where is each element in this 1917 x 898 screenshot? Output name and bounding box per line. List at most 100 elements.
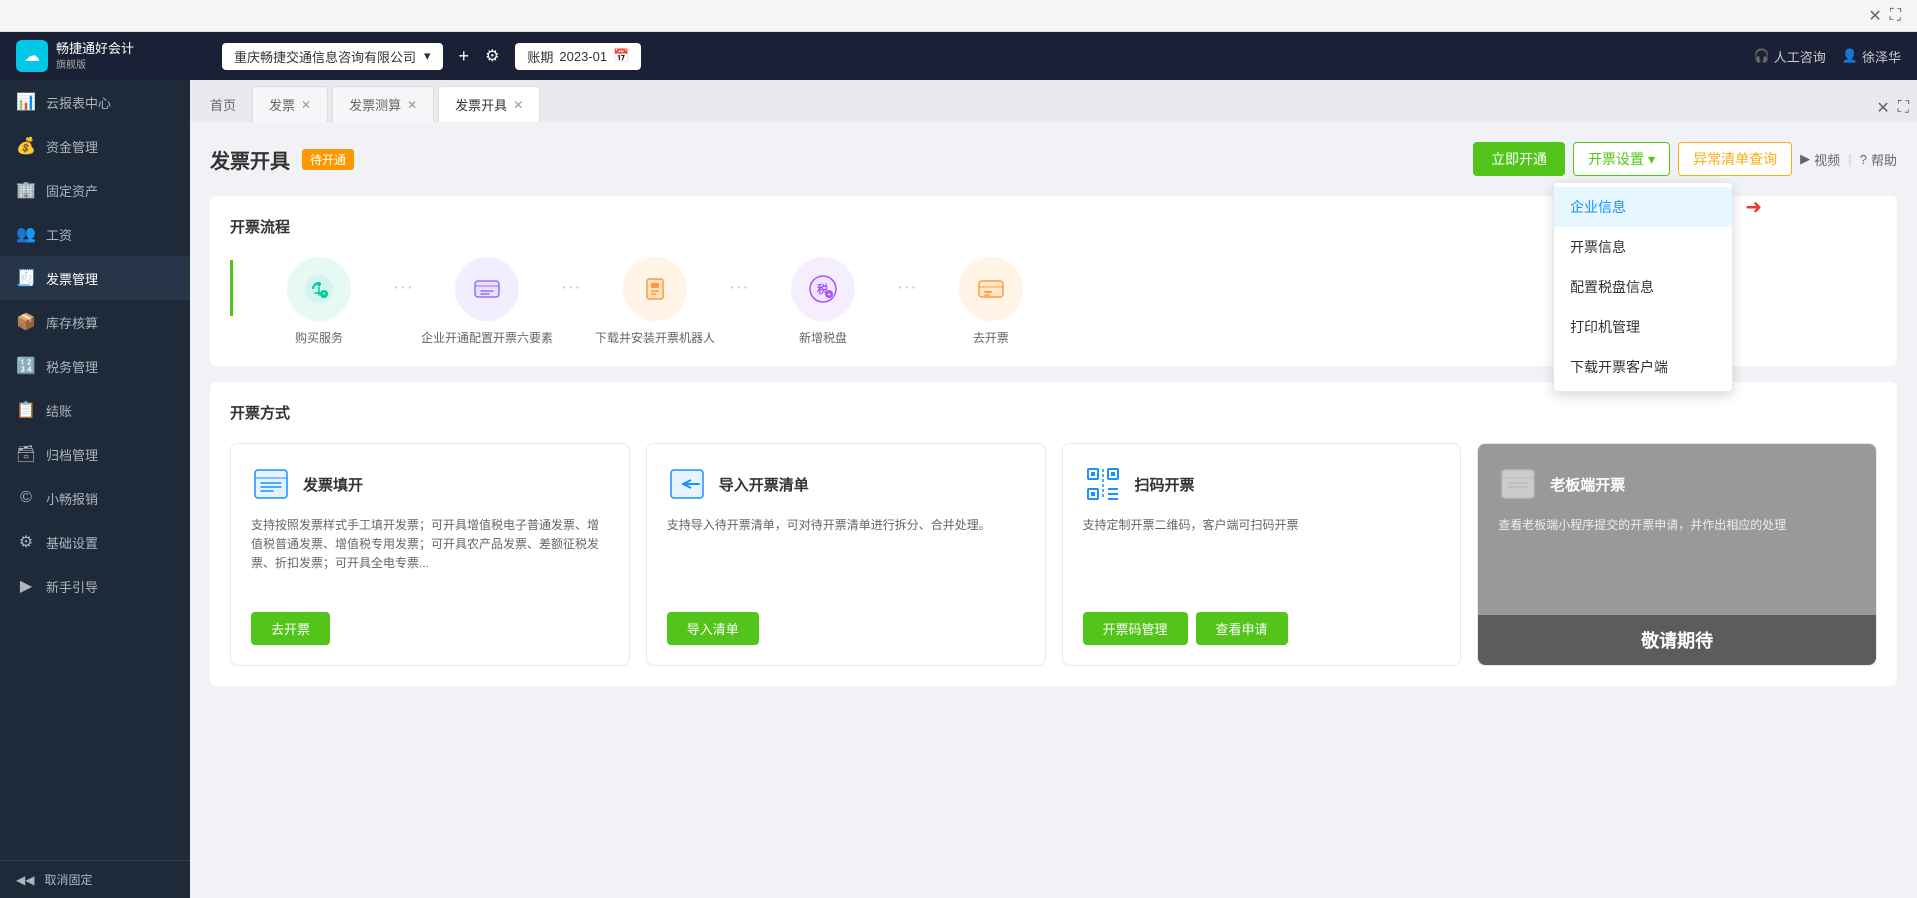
flow-start-line <box>230 260 233 316</box>
flow-step-1-label: 购买服务 <box>295 329 343 346</box>
card-scan-btn1[interactable]: 开票码管理 <box>1083 612 1188 645</box>
tab-fapiaokaju-label: 发票开具 <box>455 95 507 114</box>
flow-step-5-icon <box>959 257 1023 321</box>
dropdown-item-printer[interactable]: 打印机管理 <box>1554 307 1732 347</box>
sidebar-item-zijin[interactable]: 💰 资金管理 <box>0 124 190 168</box>
card-import-header: 导入开票清单 <box>667 464 1025 504</box>
tab-fapiaokaju[interactable]: 发票开具 ✕ <box>438 86 540 122</box>
card-scan: 扫码开票 支持定制开票二维码，客户端可扫码开票 开票码管理 查看申请 <box>1062 443 1462 666</box>
tab-fapiaokaju-close[interactable]: ✕ <box>513 98 523 112</box>
card-import-btn[interactable]: 导入清单 <box>667 612 759 645</box>
dropdown-item-qiyeinfo[interactable]: 企业信息 <box>1554 187 1732 227</box>
toolbar: 立即开通 开票设置 ▾ 企业信息 ➜ <box>1473 142 1897 176</box>
card-scan-btn2[interactable]: 查看申请 <box>1196 612 1288 645</box>
sidebar-item-fapiao[interactable]: 🧾 发票管理 <box>0 256 190 300</box>
tab-fapiao-close[interactable]: ✕ <box>301 98 311 112</box>
card-manual-title: 发票填开 <box>303 474 363 495</box>
flow-step-5-label: 去开票 <box>973 329 1009 346</box>
top-bar: ☁ 畅捷通好会计 旗舰版 重庆畅捷交通信息咨询有限公司 ▾ + ⚙ 账期 202… <box>0 32 1917 80</box>
headset-icon: 🎧 <box>1754 48 1770 64</box>
flow-step-4: 税+ 新增税盘 <box>753 257 893 346</box>
tab-fapiaocesuan-label: 发票测算 <box>349 95 401 114</box>
flow-arrow-4: ··· <box>897 276 917 299</box>
card-boss-title: 老板端开票 <box>1550 474 1625 495</box>
settings-icon[interactable]: ⚙ <box>485 46 499 66</box>
calendar-icon: 📅 <box>613 48 629 64</box>
logo-icon: ☁ <box>16 40 48 72</box>
dropdown-item-peizhi[interactable]: 配置税盘信息 <box>1554 267 1732 307</box>
tab-expand-icon[interactable]: ⛶ <box>1898 99 1909 117</box>
zijin-icon: 💰 <box>16 136 36 156</box>
user-avatar-icon: 👤 <box>1842 48 1858 64</box>
flow-step-2-icon <box>455 257 519 321</box>
sidebar-item-label: 结账 <box>46 401 72 420</box>
sidebar-item-xinshou[interactable]: ▶ 新手引导 <box>0 564 190 608</box>
card-manual-btn[interactable]: 去开票 <box>251 612 330 645</box>
settings-button[interactable]: 开票设置 ▾ <box>1573 142 1670 176</box>
tab-home[interactable]: 首页 <box>198 87 248 122</box>
sidebar-item-guidang[interactable]: 🗃 归档管理 <box>0 432 190 476</box>
logo-name: 畅捷通好会计 <box>56 41 134 57</box>
sidebar-item-jichushezhi[interactable]: ⚙ 基础设置 <box>0 520 190 564</box>
user-profile[interactable]: 👤 徐泽华 <box>1842 47 1901 66</box>
gongzi-icon: 👥 <box>16 224 36 244</box>
unpin-icon: ◀◀ <box>16 873 34 887</box>
logo-area: ☁ 畅捷通好会计 旗舰版 <box>16 40 206 72</box>
divider: | <box>1848 151 1852 167</box>
svg-text:+: + <box>827 292 831 299</box>
sidebar-item-shuiwu[interactable]: 🔢 税务管理 <box>0 344 190 388</box>
sidebar-item-label: 归档管理 <box>46 445 98 464</box>
dropdown-item-download[interactable]: 下载开票客户端 <box>1554 347 1732 387</box>
card-scan-desc: 支持定制开票二维码，客户端可扫码开票 <box>1083 516 1441 596</box>
period-selector[interactable]: 账期 2023-01 📅 <box>515 43 641 70</box>
help-button[interactable]: ? 帮助 <box>1860 150 1897 169</box>
jiezhang-icon: 📋 <box>16 400 36 420</box>
shuiwu-icon: 🔢 <box>16 356 36 376</box>
sidebar-item-jiezhang[interactable]: 📋 结账 <box>0 388 190 432</box>
flow-step-4-label: 新增税盘 <box>799 329 847 346</box>
card-import: 导入开票清单 支持导入待开票清单，可对待开票清单进行拆分、合并处理。 导入清单 <box>646 443 1046 666</box>
company-selector[interactable]: 重庆畅捷交通信息咨询有限公司 ▾ <box>222 43 443 70</box>
tab-bar-right: ✕ ⛶ <box>1876 98 1909 122</box>
yunbao-icon: 📊 <box>16 92 36 112</box>
svg-text:+: + <box>322 291 326 298</box>
boss-overlay: 敬请期待 <box>1478 615 1876 665</box>
red-arrow-icon: ➜ <box>1745 195 1762 220</box>
window-controls: ✕ ⛶ <box>1868 6 1901 26</box>
consult-button[interactable]: 🎧 人工咨询 <box>1754 47 1826 66</box>
sidebar-item-label: 固定资产 <box>46 181 98 200</box>
period-label: 账期 <box>527 47 553 66</box>
sidebar-item-label: 资金管理 <box>46 137 98 156</box>
flow-step-1-icon: + <box>287 257 351 321</box>
question-icon: ? <box>1860 152 1867 167</box>
video-button[interactable]: ▶ 视频 <box>1800 150 1840 169</box>
sidebar-item-xiaochang[interactable]: © 小畅报销 <box>0 476 190 520</box>
sidebar-item-kucun[interactable]: 📦 库存核算 <box>0 300 190 344</box>
browser-topbar: ✕ ⛶ <box>0 0 1917 32</box>
xinshou-icon: ▶ <box>16 576 36 596</box>
guidang-icon: 🗃 <box>16 444 36 464</box>
jichushezhi-icon: ⚙ <box>16 532 36 552</box>
close-window-button[interactable]: ✕ <box>1868 6 1881 26</box>
add-button[interactable]: + <box>459 46 470 67</box>
sidebar-item-yunbao[interactable]: 📊 云报表中心 <box>0 80 190 124</box>
maximize-window-button[interactable]: ⛶ <box>1890 7 1901 25</box>
sidebar-item-guding[interactable]: 🏢 固定资产 <box>0 168 190 212</box>
unpin-label: 取消固定 <box>44 871 92 888</box>
tab-fapiao[interactable]: 发票 ✕ <box>252 86 328 122</box>
settings-dropdown-container: 开票设置 ▾ 企业信息 ➜ 开票信息 配置税盘信息 <box>1573 142 1670 176</box>
tab-close-icon[interactable]: ✕ <box>1876 98 1889 118</box>
abnormal-button[interactable]: 异常清单查询 <box>1678 142 1792 176</box>
card-import-desc: 支持导入待开票清单，可对待开票清单进行拆分、合并处理。 <box>667 516 1025 596</box>
dropdown-item-qiye: 企业信息 ➜ <box>1554 187 1732 227</box>
sidebar-item-gongzi[interactable]: 👥 工资 <box>0 212 190 256</box>
dropdown-item-kaipiao[interactable]: 开票信息 <box>1554 227 1732 267</box>
sidebar-item-label: 小畅报销 <box>46 489 98 508</box>
logo-badge: 旗舰版 <box>56 56 134 71</box>
tab-fapiaocesuan[interactable]: 发票测算 ✕ <box>332 86 434 122</box>
kucun-icon: 📦 <box>16 312 36 332</box>
tab-fapiaocesuan-close[interactable]: ✕ <box>407 98 417 112</box>
unpin-button[interactable]: ◀◀ 取消固定 <box>0 861 190 898</box>
boss-overlay-text: 敬请期待 <box>1641 627 1713 653</box>
activate-button[interactable]: 立即开通 <box>1473 142 1565 176</box>
